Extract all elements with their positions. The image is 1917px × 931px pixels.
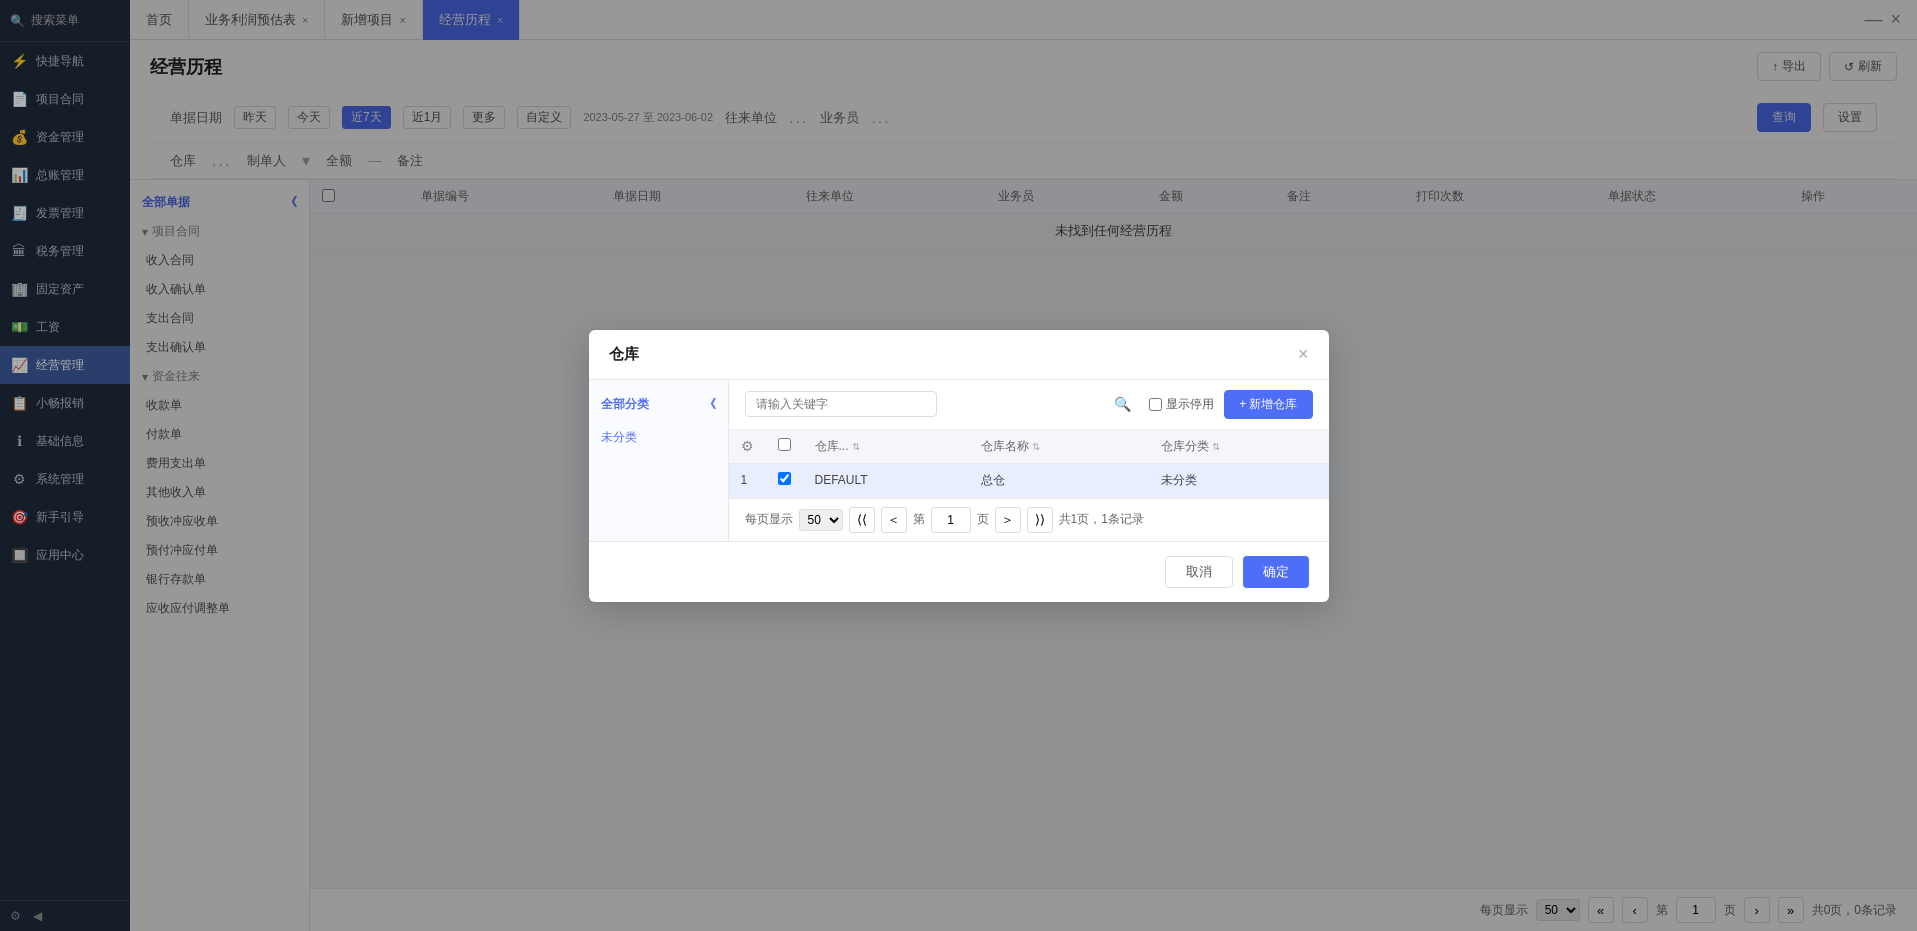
modal-sidebar-header[interactable]: 全部分类 《 [589, 388, 728, 421]
modal-row-category: 未分类 [1149, 463, 1329, 497]
modal-th-name[interactable]: 仓库名称 ⇅ [969, 430, 1149, 464]
warehouse-modal: 仓库 × 全部分类 《 未分类 🔍 [589, 330, 1329, 602]
search-wrap: 🔍 [745, 391, 1140, 417]
modal-th-name-label: 仓库名称 [981, 438, 1029, 455]
modal-th-code[interactable]: 仓库... ⇅ [803, 430, 970, 464]
modal-per-page-label: 每页显示 [745, 511, 793, 528]
show-disabled-checkbox[interactable] [1149, 398, 1162, 411]
modal-first-page-btn[interactable]: ⟨⟨ [849, 507, 875, 533]
modal-th-category-label: 仓库分类 [1161, 438, 1209, 455]
modal-table: ⚙ 仓库... ⇅ [729, 430, 1329, 498]
modal-footer-left: 每页显示 50 ⟨⟨ ＜ 第 页 ＞ ⟩⟩ 共1页，1条记录 [745, 507, 1144, 533]
modal-page-input[interactable] [931, 507, 971, 533]
modal-table-row[interactable]: 1 DEFAULT 总仓 未分类 [729, 463, 1329, 497]
modal-th-category[interactable]: 仓库分类 ⇅ [1149, 430, 1329, 464]
modal-page-label: 第 [913, 511, 925, 528]
modal-next-page-btn[interactable]: ＞ [995, 507, 1021, 533]
modal-sidebar-item-uncategorized[interactable]: 未分类 [589, 421, 728, 454]
name-sort-icon: ⇅ [1032, 441, 1040, 452]
modal-last-page-btn[interactable]: ⟩⟩ [1027, 507, 1053, 533]
modal-sidebar-header-label: 全部分类 [601, 396, 649, 413]
modal-pagination-bar: 每页显示 50 ⟨⟨ ＜ 第 页 ＞ ⟩⟩ 共1页，1条记录 [729, 498, 1329, 541]
modal-actions: 取消 确定 [589, 541, 1329, 602]
modal-per-page-select[interactable]: 50 [799, 509, 843, 531]
modal-select-all[interactable] [778, 438, 791, 451]
modal-th-settings[interactable]: ⚙ [729, 430, 766, 464]
modal-main: 🔍 显示停用 + 新增仓库 ⚙ [729, 380, 1329, 541]
modal-cancel-button[interactable]: 取消 [1165, 556, 1233, 588]
category-sort-icon: ⇅ [1212, 441, 1220, 452]
modal-sidebar: 全部分类 《 未分类 [589, 380, 729, 541]
modal-sidebar-collapse-icon[interactable]: 《 [704, 396, 716, 413]
modal-page-of-label: 页 [977, 511, 989, 528]
category-col-sort[interactable]: 仓库分类 ⇅ [1161, 438, 1317, 455]
show-disabled-label[interactable]: 显示停用 [1149, 396, 1214, 413]
modal-row-select[interactable] [778, 472, 791, 485]
add-warehouse-button[interactable]: + 新增仓库 [1224, 390, 1312, 419]
modal-prev-page-btn[interactable]: ＜ [881, 507, 907, 533]
show-disabled-text: 显示停用 [1166, 396, 1214, 413]
modal-total-label: 共1页，1条记录 [1059, 511, 1144, 528]
modal-title: 仓库 [609, 345, 639, 364]
modal-row-name: 总仓 [969, 463, 1149, 497]
modal-header: 仓库 × [589, 330, 1329, 380]
search-icon: 🔍 [1114, 396, 1131, 412]
modal-sidebar-item-label: 未分类 [601, 430, 637, 444]
modal-table-wrap: ⚙ 仓库... ⇅ [729, 430, 1329, 498]
code-sort-icon: ⇅ [852, 441, 860, 452]
name-col-sort[interactable]: 仓库名称 ⇅ [981, 438, 1137, 455]
settings-gear-icon[interactable]: ⚙ [741, 438, 754, 454]
modal-th-code-label: 仓库... [815, 438, 849, 455]
modal-confirm-button[interactable]: 确定 [1243, 556, 1309, 588]
modal-row-checkbox[interactable] [766, 463, 803, 497]
modal-row-index: 1 [729, 463, 766, 497]
modal-overlay: 仓库 × 全部分类 《 未分类 🔍 [0, 0, 1917, 931]
code-col-sort[interactable]: 仓库... ⇅ [815, 438, 958, 455]
modal-body: 全部分类 《 未分类 🔍 显示停用 [589, 380, 1329, 541]
warehouse-search-input[interactable] [745, 391, 937, 417]
modal-row-code: DEFAULT [803, 463, 970, 497]
modal-toolbar: 🔍 显示停用 + 新增仓库 [729, 380, 1329, 430]
modal-close-button[interactable]: × [1298, 344, 1309, 365]
modal-th-checkbox[interactable] [766, 430, 803, 464]
